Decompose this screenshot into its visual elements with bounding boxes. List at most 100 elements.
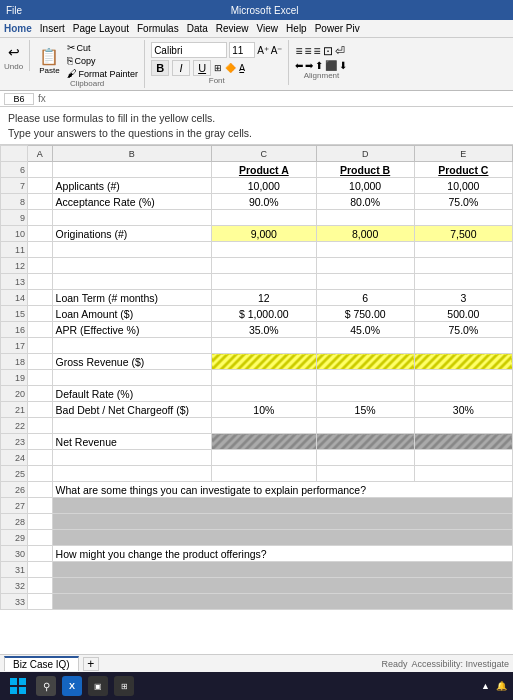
r7-label[interactable]: Applicants (#) [52, 178, 212, 194]
powerpiv-menu[interactable]: Power Piv [315, 23, 360, 34]
r33-a[interactable] [28, 594, 53, 610]
r21-pb[interactable]: 15% [316, 402, 414, 418]
start-button[interactable] [6, 674, 30, 698]
cut-button[interactable]: ✂ Cut [67, 42, 139, 53]
r19-b[interactable] [52, 370, 212, 386]
r20-pb[interactable] [316, 386, 414, 402]
r18-a[interactable] [28, 354, 53, 370]
r17-a[interactable] [28, 338, 53, 354]
r22-b[interactable] [52, 418, 212, 434]
r15-pa[interactable]: $ 1,000.00 [212, 306, 316, 322]
align-bot-icon[interactable]: ⬇ [339, 60, 347, 71]
r14-pc[interactable]: 3 [414, 290, 512, 306]
r24-e[interactable] [414, 450, 512, 466]
r19-d[interactable] [316, 370, 414, 386]
formula-input[interactable] [50, 92, 509, 106]
r6-a[interactable] [28, 162, 53, 178]
r23-pc[interactable] [414, 434, 512, 450]
r12-c[interactable] [212, 258, 316, 274]
r18-pc[interactable] [414, 354, 512, 370]
r7-pb[interactable]: 10,000 [316, 178, 414, 194]
file-menu[interactable]: File [6, 5, 22, 16]
grow-font-button[interactable]: A⁺ [257, 45, 269, 56]
app-taskbar-icon-2[interactable]: ⊞ [114, 676, 134, 696]
r23-a[interactable] [28, 434, 53, 450]
align-left-icon[interactable]: ≡ [295, 44, 302, 58]
r19-a[interactable] [28, 370, 53, 386]
r32-answer[interactable] [52, 578, 512, 594]
r16-pa[interactable]: 35.0% [212, 322, 316, 338]
excel-taskbar-icon[interactable]: X [62, 676, 82, 696]
search-taskbar-icon[interactable]: ⚲ [36, 676, 56, 696]
copy-button[interactable]: ⎘ Copy [67, 55, 139, 66]
r12-d[interactable] [316, 258, 414, 274]
r25-d[interactable] [316, 466, 414, 482]
r19-c[interactable] [212, 370, 316, 386]
align-top-icon[interactable]: ⬆ [315, 60, 323, 71]
r21-pa[interactable]: 10% [212, 402, 316, 418]
data-menu[interactable]: Data [187, 23, 208, 34]
r10-pc[interactable]: 7,500 [414, 226, 512, 242]
review-menu[interactable]: Review [216, 23, 249, 34]
r14-pa[interactable]: 12 [212, 290, 316, 306]
r31-answer[interactable] [52, 562, 512, 578]
r17-c[interactable] [212, 338, 316, 354]
indent-left-icon[interactable]: ⬅ [295, 60, 303, 71]
shrink-font-button[interactable]: A⁻ [271, 45, 283, 56]
product-c-header[interactable]: Product C [414, 162, 512, 178]
r15-pc[interactable]: 500.00 [414, 306, 512, 322]
r16-pc[interactable]: 75.0% [414, 322, 512, 338]
r21-pc[interactable]: 30% [414, 402, 512, 418]
r9-c[interactable] [212, 210, 316, 226]
r20-pc[interactable] [414, 386, 512, 402]
r11-e[interactable] [414, 242, 512, 258]
r11-b[interactable] [52, 242, 212, 258]
r20-pa[interactable] [212, 386, 316, 402]
r13-b[interactable] [52, 274, 212, 290]
r10-label[interactable]: Originations (#) [52, 226, 212, 242]
r22-c[interactable] [212, 418, 316, 434]
help-menu[interactable]: Help [286, 23, 307, 34]
r15-pb[interactable]: $ 750.00 [316, 306, 414, 322]
add-sheet-button[interactable]: + [83, 657, 99, 671]
align-center-icon[interactable]: ≡ [304, 44, 311, 58]
font-name-input[interactable] [151, 42, 227, 58]
r22-e[interactable] [414, 418, 512, 434]
r13-a[interactable] [28, 274, 53, 290]
r8-label[interactable]: Acceptance Rate (%) [52, 194, 212, 210]
r9-b[interactable] [52, 210, 212, 226]
r20-label[interactable]: Default Rate (%) [52, 386, 212, 402]
r9-e[interactable] [414, 210, 512, 226]
r11-c[interactable] [212, 242, 316, 258]
r19-e[interactable] [414, 370, 512, 386]
r22-a[interactable] [28, 418, 53, 434]
r29-answer[interactable] [52, 530, 512, 546]
r32-a[interactable] [28, 578, 53, 594]
r6-b[interactable] [52, 162, 212, 178]
r14-a[interactable] [28, 290, 53, 306]
r13-d[interactable] [316, 274, 414, 290]
r7-pa[interactable]: 10,000 [212, 178, 316, 194]
insert-menu[interactable]: Insert [40, 23, 65, 34]
r23-pb[interactable] [316, 434, 414, 450]
merge-icon[interactable]: ⊡ [323, 44, 333, 58]
r14-pb[interactable]: 6 [316, 290, 414, 306]
r9-d[interactable] [316, 210, 414, 226]
r24-b[interactable] [52, 450, 212, 466]
product-b-header[interactable]: Product B [316, 162, 414, 178]
r33-answer[interactable] [52, 594, 512, 610]
r26-a[interactable] [28, 482, 53, 498]
r7-pc[interactable]: 10,000 [414, 178, 512, 194]
format-painter-button[interactable]: 🖌 Format Painter [67, 68, 139, 79]
r28-a[interactable] [28, 514, 53, 530]
r14-label[interactable]: Loan Term (# months) [52, 290, 212, 306]
indent-right-icon[interactable]: ➡ [305, 60, 313, 71]
cell-reference[interactable]: B6 [4, 93, 34, 105]
underline-button[interactable]: U [193, 60, 211, 76]
r12-a[interactable] [28, 258, 53, 274]
r12-e[interactable] [414, 258, 512, 274]
r24-a[interactable] [28, 450, 53, 466]
r16-a[interactable] [28, 322, 53, 338]
r15-a[interactable] [28, 306, 53, 322]
r21-a[interactable] [28, 402, 53, 418]
